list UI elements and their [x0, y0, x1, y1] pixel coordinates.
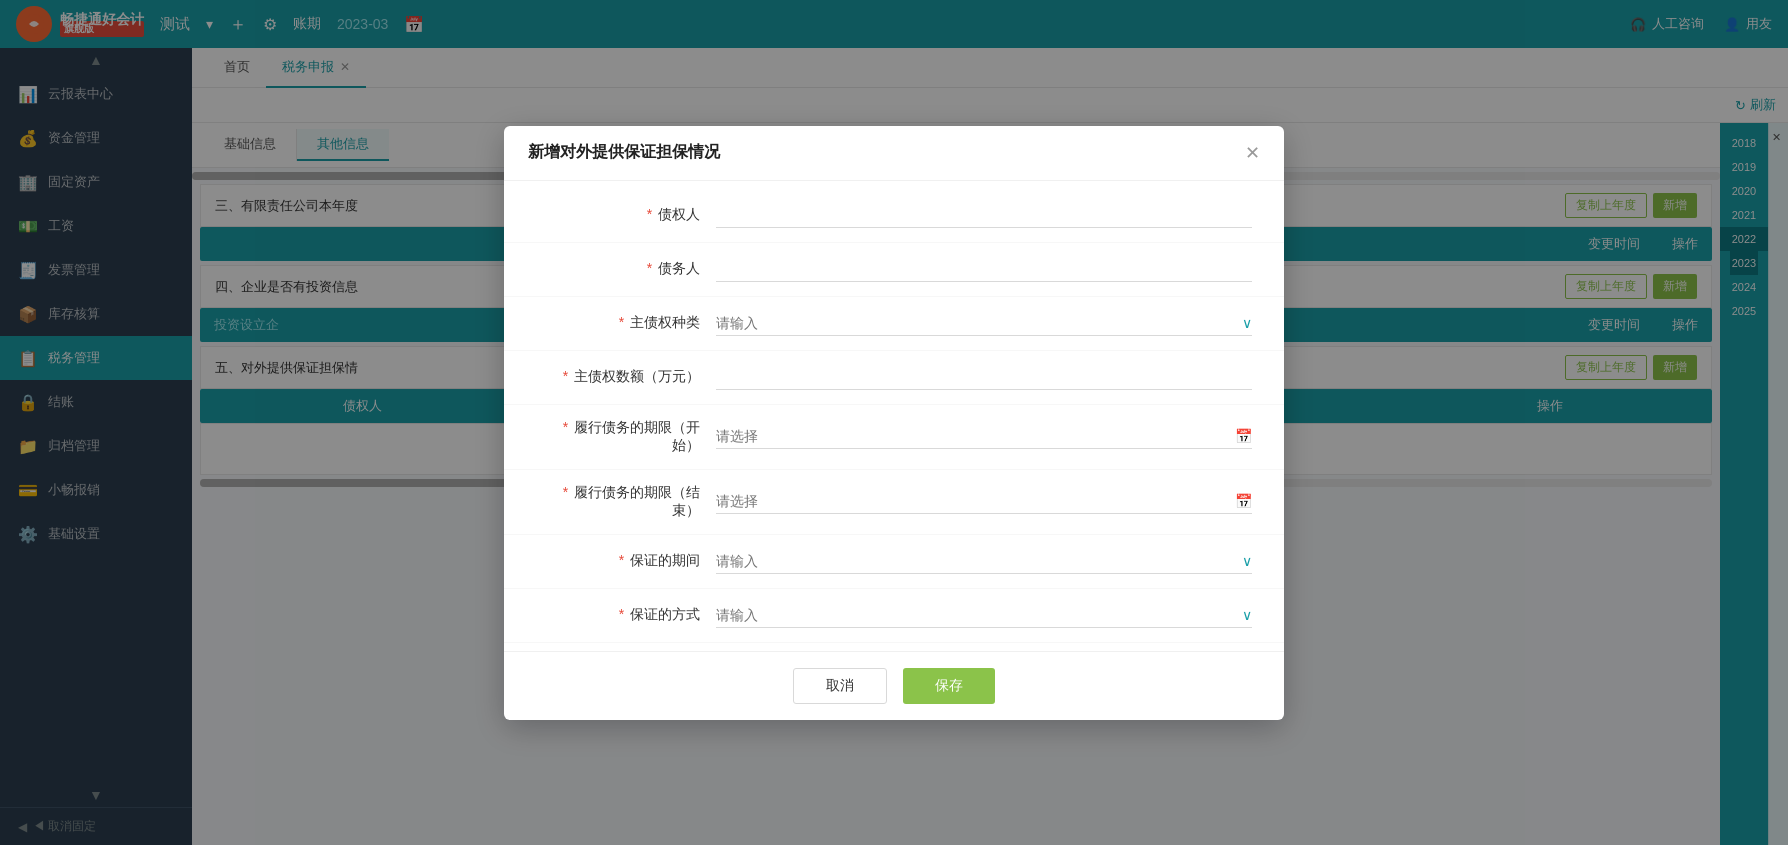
label-text-period-start: 履行债务的期限（开始）: [574, 419, 700, 453]
form-row-guarantee-period: * 保证的期间 ∨: [504, 535, 1284, 589]
required-star-claim-amount: *: [563, 368, 568, 384]
chevron-down-claim-type-icon[interactable]: ∨: [1242, 315, 1252, 331]
form-label-claim-amount: * 主债权数额（万元）: [536, 368, 716, 386]
form-label-period-start: * 履行债务的期限（开始）: [536, 419, 716, 455]
label-text-period-end: 履行债务的期限（结束）: [574, 484, 700, 518]
save-button[interactable]: 保存: [903, 668, 995, 704]
required-star-period-end: *: [563, 484, 568, 500]
modal-overlay: 新增对外提供保证担保情况 ✕ * 债权人 * 债务人: [0, 0, 1788, 845]
form-label-guarantee-period: * 保证的期间: [536, 552, 716, 570]
modal-close-btn[interactable]: ✕: [1245, 142, 1260, 164]
form-row-period-start: * 履行债务的期限（开始） 📅: [504, 405, 1284, 470]
select-claim-type-wrapper: ∨: [716, 311, 1252, 336]
form-label-debtor: * 债务人: [536, 260, 716, 278]
calendar-period-start-icon[interactable]: 📅: [1235, 428, 1252, 444]
calendar-period-end-icon[interactable]: 📅: [1235, 493, 1252, 509]
form-row-guarantee-method: * 保证的方式 ∨: [504, 589, 1284, 643]
modal-body: * 债权人 * 债务人 * 主债权种类: [504, 181, 1284, 651]
select-guarantee-method-wrapper: ∨: [716, 603, 1252, 628]
input-period-start[interactable]: [716, 428, 1235, 444]
form-label-creditor: * 债权人: [536, 206, 716, 224]
date-period-start-wrapper: 📅: [716, 424, 1252, 449]
label-text-claim-type: 主债权种类: [630, 314, 700, 330]
input-claim-amount[interactable]: [716, 365, 1252, 390]
modal-title: 新增对外提供保证担保情况: [528, 142, 720, 163]
input-guarantee-period[interactable]: [716, 553, 1242, 569]
modal-footer: 取消 保存: [504, 651, 1284, 720]
required-star-claim-type: *: [619, 314, 624, 330]
required-star-creditor: *: [647, 206, 652, 222]
modal-dialog: 新增对外提供保证担保情况 ✕ * 债权人 * 债务人: [504, 126, 1284, 720]
form-row-period-end: * 履行债务的期限（结束） 📅: [504, 470, 1284, 535]
input-claim-type[interactable]: [716, 315, 1242, 331]
required-star-guarantee-method: *: [619, 606, 624, 622]
input-creditor[interactable]: [716, 203, 1252, 228]
required-star-debtor: *: [647, 260, 652, 276]
label-text-creditor: 债权人: [658, 206, 700, 222]
label-text-debtor: 债务人: [658, 260, 700, 276]
label-text-claim-amount: 主债权数额（万元）: [574, 368, 700, 384]
required-star-guarantee-period: *: [619, 552, 624, 568]
form-label-period-end: * 履行债务的期限（结束）: [536, 484, 716, 520]
select-guarantee-period-wrapper: ∨: [716, 549, 1252, 574]
input-debtor[interactable]: [716, 257, 1252, 282]
label-text-guarantee-method: 保证的方式: [630, 606, 700, 622]
required-star-period-start: *: [563, 419, 568, 435]
form-row-debtor: * 债务人: [504, 243, 1284, 297]
form-label-guarantee-method: * 保证的方式: [536, 606, 716, 624]
label-text-guarantee-period: 保证的期间: [630, 552, 700, 568]
form-row-claim-type: * 主债权种类 ∨: [504, 297, 1284, 351]
form-row-creditor: * 债权人: [504, 189, 1284, 243]
chevron-down-guarantee-method-icon[interactable]: ∨: [1242, 607, 1252, 623]
input-period-end[interactable]: [716, 493, 1235, 509]
chevron-down-guarantee-period-icon[interactable]: ∨: [1242, 553, 1252, 569]
cancel-button[interactable]: 取消: [793, 668, 887, 704]
form-label-claim-type: * 主债权种类: [536, 314, 716, 332]
form-row-claim-amount: * 主债权数额（万元）: [504, 351, 1284, 405]
date-period-end-wrapper: 📅: [716, 489, 1252, 514]
modal-header: 新增对外提供保证担保情况 ✕: [504, 126, 1284, 181]
input-guarantee-method[interactable]: [716, 607, 1242, 623]
